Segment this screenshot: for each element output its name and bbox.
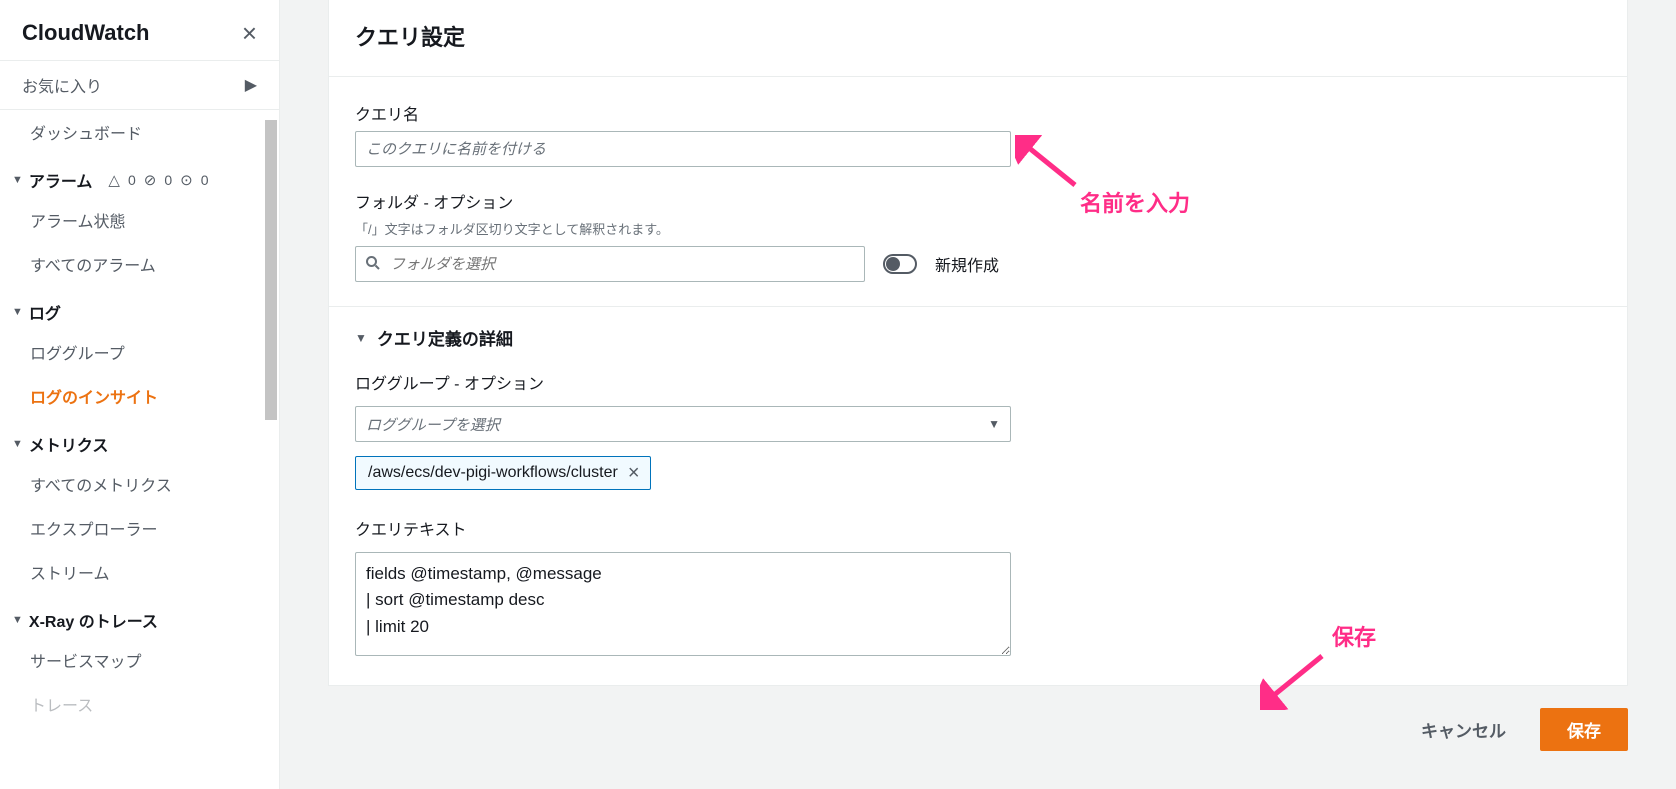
sidebar-scrollbar[interactable]	[263, 120, 279, 450]
search-icon	[365, 255, 381, 276]
close-icon[interactable]: ×	[242, 20, 257, 46]
sidebar-item-dashboard[interactable]: ダッシュボード	[0, 110, 279, 154]
xray-section-label: X-Ray のトレース	[29, 608, 158, 632]
alarm-muted-count: 0	[201, 172, 209, 188]
query-name-label: クエリ名	[355, 101, 1601, 125]
sidebar-section-xray[interactable]: ▼ X-Ray のトレース	[0, 594, 279, 638]
caret-down-icon: ▼	[12, 306, 23, 318]
panel-title: クエリ設定	[355, 20, 1601, 52]
remove-chip-icon[interactable]: ×	[628, 463, 640, 483]
alarm-ok-count: 0	[164, 172, 172, 188]
favorites-label: お気に入り	[22, 73, 102, 97]
ok-icon: ⊘	[144, 171, 157, 189]
save-button[interactable]: 保存	[1540, 708, 1628, 751]
chevron-down-icon: ▼	[988, 417, 1000, 431]
query-text-textarea[interactable]	[355, 552, 1011, 656]
query-details-header-label: クエリ定義の詳細	[377, 325, 513, 350]
sidebar-item-all-metrics[interactable]: すべてのメトリクス	[0, 462, 279, 506]
sidebar-item-streams[interactable]: ストリーム	[0, 550, 279, 594]
form-footer: キャンセル 保存	[328, 708, 1628, 751]
scrollbar-thumb[interactable]	[265, 120, 277, 420]
sidebar-section-alarms[interactable]: ▼ アラーム △ 0 ⊘ 0 ⊙ 0	[0, 154, 279, 198]
sidebar-title: CloudWatch	[22, 20, 150, 46]
caret-down-icon: ▼	[12, 174, 23, 186]
muted-icon: ⊙	[180, 171, 193, 189]
logs-section-label: ログ	[29, 300, 61, 324]
sidebar-item-all-alarms[interactable]: すべてのアラーム	[0, 242, 279, 286]
folder-label: フォルダ - オプション	[355, 189, 1601, 213]
sidebar-item-traces[interactable]: トレース	[0, 682, 279, 726]
folder-search-input[interactable]	[355, 246, 865, 282]
query-settings-panel: クエリ設定 クエリ名 フォルダ - オプション 「/」文字はフォルダ区切り文字と…	[328, 0, 1628, 686]
sidebar-item-service-map[interactable]: サービスマップ	[0, 638, 279, 682]
main-content: クエリ設定 クエリ名 フォルダ - オプション 「/」文字はフォルダ区切り文字と…	[280, 0, 1676, 789]
chevron-right-icon: ▶	[245, 75, 257, 95]
sidebar-favorites[interactable]: お気に入り ▶	[0, 60, 279, 110]
cancel-button[interactable]: キャンセル	[1407, 709, 1520, 750]
annotation-name-hint: 名前を入力	[1080, 186, 1190, 218]
alarm-warn-count: 0	[128, 172, 136, 188]
loggroup-chip-label: /aws/ecs/dev-pigi-workflows/cluster	[368, 464, 618, 482]
sidebar-item-log-groups[interactable]: ロググループ	[0, 330, 279, 374]
folder-help: 「/」文字はフォルダ区切り文字として解釈されます。	[355, 219, 1601, 238]
new-folder-toggle-label: 新規作成	[935, 252, 999, 276]
warning-icon: △	[108, 171, 120, 189]
sidebar-item-explorer[interactable]: エクスプローラー	[0, 506, 279, 550]
caret-down-icon: ▼	[355, 331, 367, 345]
loggroup-select-placeholder: ロググループを選択	[366, 414, 500, 435]
new-folder-toggle[interactable]	[883, 254, 917, 274]
loggroup-chip: /aws/ecs/dev-pigi-workflows/cluster ×	[355, 456, 651, 490]
sidebar-section-logs[interactable]: ▼ ログ	[0, 286, 279, 330]
caret-down-icon: ▼	[12, 438, 23, 450]
annotation-arrow-icon	[1260, 650, 1330, 710]
loggroup-label: ロググループ - オプション	[355, 370, 1601, 394]
query-details-header[interactable]: ▼ クエリ定義の詳細	[355, 307, 1601, 350]
query-name-input[interactable]	[355, 131, 1011, 167]
annotation-save-hint: 保存	[1332, 620, 1376, 652]
annotation-arrow-icon	[1015, 135, 1085, 195]
sidebar-item-alarm-state[interactable]: アラーム状態	[0, 198, 279, 242]
loggroup-select[interactable]: ロググループを選択 ▼	[355, 406, 1011, 442]
sidebar-item-log-insights[interactable]: ログのインサイト	[0, 374, 279, 418]
alarms-section-label: アラーム	[29, 168, 93, 192]
caret-down-icon: ▼	[12, 614, 23, 626]
query-text-label: クエリテキスト	[355, 516, 1601, 540]
sidebar-section-metrics[interactable]: ▼ メトリクス	[0, 418, 279, 462]
metrics-section-label: メトリクス	[29, 432, 109, 456]
sidebar: CloudWatch × お気に入り ▶ ダッシュボード ▼ アラーム △ 0 ⊘…	[0, 0, 280, 789]
